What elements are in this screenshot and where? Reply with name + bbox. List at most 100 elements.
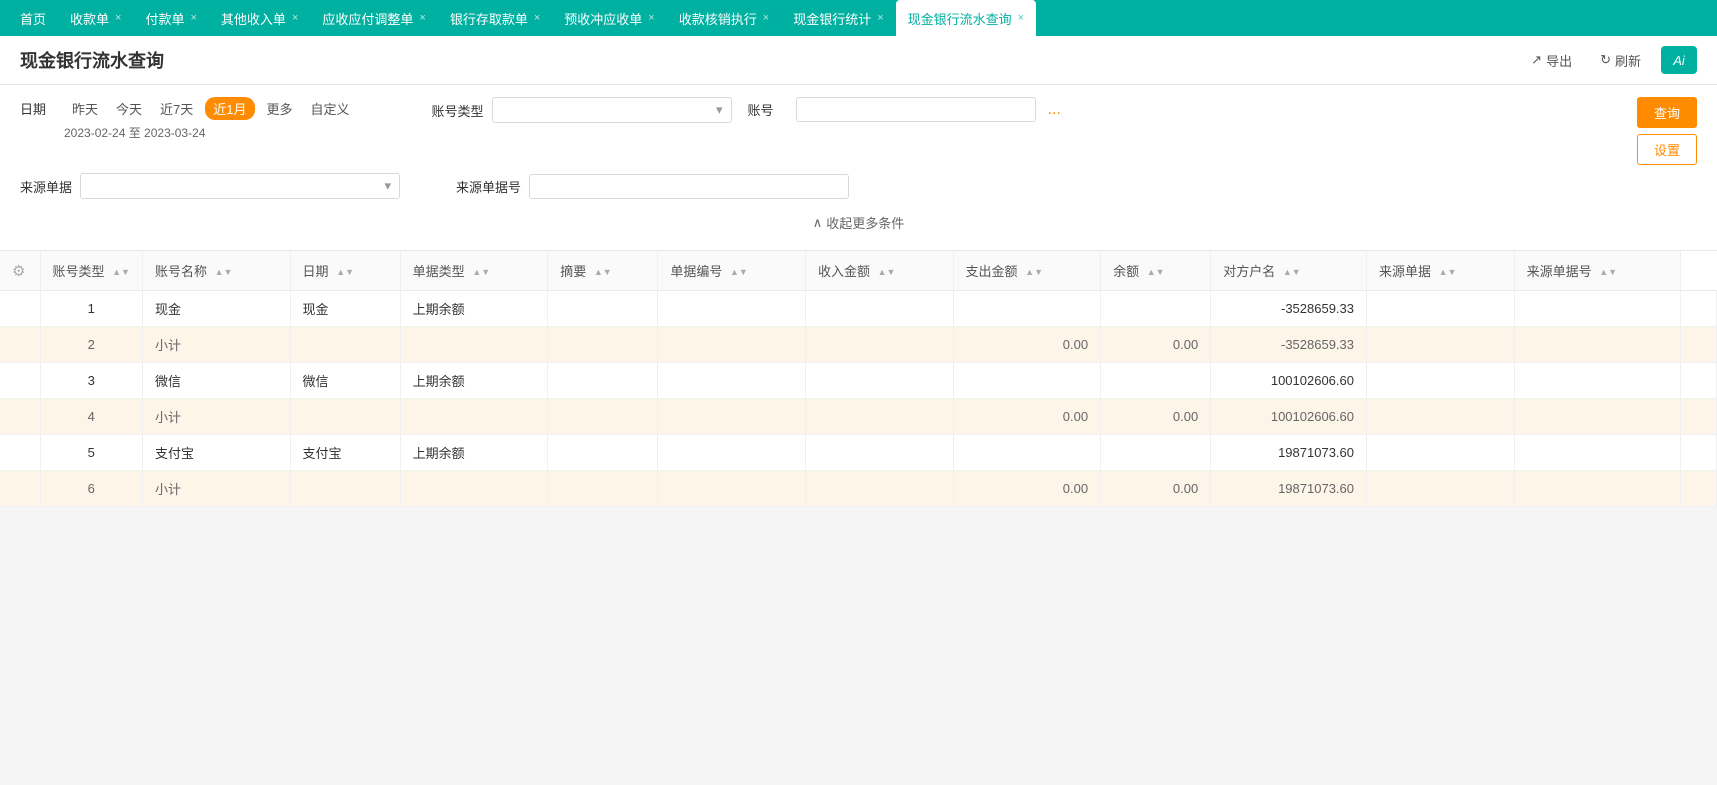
cell-income	[953, 363, 1101, 399]
cell-balance: -3528659.33	[1211, 327, 1367, 363]
cell-expense: 0.00	[1101, 399, 1211, 435]
cell-date: 上期余额	[400, 291, 548, 327]
cell-doc-type	[548, 327, 658, 363]
col-expense[interactable]: 支出金额 ▲▼	[953, 251, 1101, 291]
table-row: 5支付宝支付宝上期余额19871073.60	[0, 435, 1717, 471]
cell-doc-num	[805, 399, 953, 435]
cell-doc-num	[805, 435, 953, 471]
filter-area: 日期 昨天 今天 近7天 近1月 更多 自定义 2023-02-24 至 202…	[0, 85, 1717, 251]
tab-stats[interactable]: 现金银行统计 ×	[781, 0, 895, 36]
settings-button[interactable]: 设置	[1637, 134, 1697, 165]
cell-date	[400, 471, 548, 507]
source-doc-select[interactable]: ▾	[80, 173, 400, 199]
cell-expense	[1101, 435, 1211, 471]
export-button[interactable]: ↗ 导出	[1523, 47, 1580, 74]
cell-source-doc	[1514, 399, 1680, 435]
chevron-down-icon-2: ▾	[384, 178, 391, 194]
close-icon[interactable]: ×	[115, 12, 121, 24]
date-opt-1month[interactable]: 近1月	[205, 97, 254, 120]
table-row: 1现金现金上期余额-3528659.33	[0, 291, 1717, 327]
gear-cell	[0, 471, 40, 507]
cell-date	[400, 327, 548, 363]
account-type-label: 账号类型	[432, 101, 484, 120]
sort-arrows: ▲▼	[215, 268, 233, 277]
cell-account-type: 现金	[142, 291, 290, 327]
col-balance[interactable]: 余额 ▲▼	[1101, 251, 1211, 291]
cell-doc-type	[548, 471, 658, 507]
page-title: 现金银行流水查询	[20, 47, 164, 73]
ai-button[interactable]: Ai	[1661, 46, 1697, 74]
tab-other-income[interactable]: 其他收入单 ×	[209, 0, 310, 36]
tab-cashflow[interactable]: 现金银行流水查询 ×	[896, 0, 1036, 36]
col-source-doc[interactable]: 来源单据 ▲▼	[1367, 251, 1515, 291]
account-input[interactable]	[796, 97, 1036, 122]
col-income[interactable]: 收入金额 ▲▼	[805, 251, 953, 291]
tab-verify[interactable]: 收款核销执行 ×	[667, 0, 781, 36]
gear-cell	[0, 363, 40, 399]
cell-income: 0.00	[953, 471, 1101, 507]
cell-counterparty	[1367, 291, 1515, 327]
sort-arrows: ▲▼	[336, 268, 354, 277]
query-button[interactable]: 查询	[1637, 97, 1697, 128]
nav-home[interactable]: 首页	[8, 0, 58, 36]
date-opt-custom[interactable]: 自定义	[305, 97, 356, 120]
col-account-type[interactable]: 账号类型 ▲▼	[40, 251, 142, 291]
date-opt-yesterday[interactable]: 昨天	[66, 97, 104, 120]
cell-account-name: 微信	[290, 363, 400, 399]
tab-bank[interactable]: 银行存取款单 ×	[438, 0, 552, 36]
cell-account-type: 小计	[142, 471, 290, 507]
close-icon[interactable]: ×	[1018, 12, 1024, 24]
tab-payment[interactable]: 付款单 ×	[133, 0, 208, 36]
close-icon[interactable]: ×	[877, 12, 883, 24]
close-icon[interactable]: ×	[190, 12, 196, 24]
cell-doc-num	[805, 363, 953, 399]
cell-account-name	[290, 471, 400, 507]
tab-adjust[interactable]: 应收应付调整单 ×	[310, 0, 437, 36]
tab-prepay[interactable]: 预收冲应收单 ×	[552, 0, 666, 36]
source-doc-num-input[interactable]	[529, 174, 849, 199]
cell-doc-num	[805, 291, 953, 327]
cell-balance: 19871073.60	[1211, 435, 1367, 471]
cell-summary	[658, 327, 806, 363]
close-icon[interactable]: ×	[292, 12, 298, 24]
source-doc-num-label: 来源单据号	[456, 177, 521, 196]
col-date[interactable]: 日期 ▲▼	[290, 251, 400, 291]
cell-counterparty	[1367, 471, 1515, 507]
close-icon[interactable]: ×	[763, 12, 769, 24]
gear-cell	[0, 291, 40, 327]
cell-source-doc-num	[1680, 435, 1716, 471]
cell-source-doc-num	[1680, 471, 1716, 507]
date-opt-7days[interactable]: 近7天	[154, 97, 199, 120]
col-counterparty[interactable]: 对方户名 ▲▼	[1211, 251, 1367, 291]
close-icon[interactable]: ×	[648, 12, 654, 24]
cell-expense	[1101, 363, 1211, 399]
sort-arrows: ▲▼	[878, 268, 896, 277]
cell-counterparty	[1367, 363, 1515, 399]
col-summary[interactable]: 摘要 ▲▼	[548, 251, 658, 291]
tab-receipt[interactable]: 收款单 ×	[58, 0, 133, 36]
account-ellipsis-button[interactable]: ...	[1044, 101, 1065, 119]
close-icon[interactable]: ×	[534, 12, 540, 24]
col-account-name[interactable]: 账号名称 ▲▼	[142, 251, 290, 291]
account-type-select[interactable]: ▾	[492, 97, 732, 123]
date-opt-today[interactable]: 今天	[110, 97, 148, 120]
close-icon[interactable]: ×	[419, 12, 425, 24]
col-source-doc-num[interactable]: 来源单据号 ▲▼	[1514, 251, 1680, 291]
cell-doc-type	[548, 399, 658, 435]
table-row: 3微信微信上期余额100102606.60	[0, 363, 1717, 399]
cell-doc-type	[548, 435, 658, 471]
col-doc-num[interactable]: 单据编号 ▲▼	[658, 251, 806, 291]
cell-counterparty	[1367, 327, 1515, 363]
date-opt-more[interactable]: 更多	[261, 97, 299, 120]
col-doc-type[interactable]: 单据类型 ▲▼	[400, 251, 548, 291]
row-number: 5	[40, 435, 142, 471]
cell-balance: 100102606.60	[1211, 399, 1367, 435]
cell-date	[400, 399, 548, 435]
cell-income	[953, 291, 1101, 327]
refresh-button[interactable]: ↻ 刷新	[1592, 47, 1649, 74]
row-number: 6	[40, 471, 142, 507]
collapse-bar[interactable]: ∧ 收起更多条件	[20, 207, 1697, 238]
gear-icon[interactable]: ⚙	[12, 263, 25, 280]
table-row: 6小计0.000.0019871073.60	[0, 471, 1717, 507]
row-number: 3	[40, 363, 142, 399]
